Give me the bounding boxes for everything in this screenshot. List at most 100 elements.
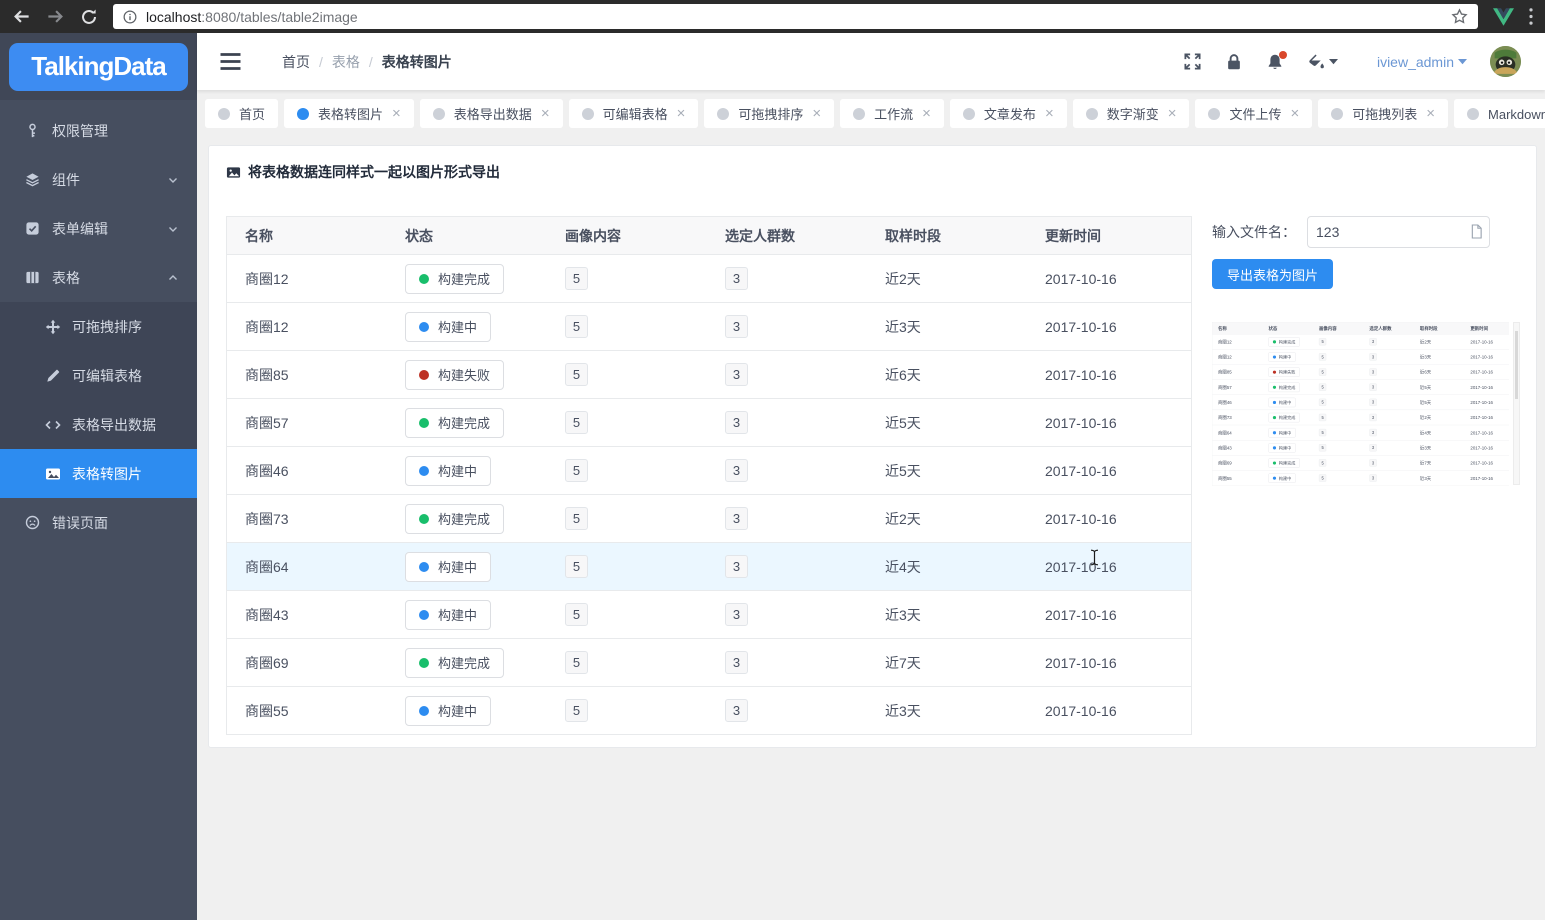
sidebar-item-3[interactable]: 表格 (0, 253, 197, 302)
cell-portrait: 5 (1313, 444, 1363, 452)
sidebar-item-6[interactable]: 表格导出数据 (0, 400, 197, 449)
tab-close-icon[interactable]: × (922, 106, 931, 121)
tab-8[interactable]: 文件上传 × (1195, 99, 1313, 128)
breadcrumb-tables[interactable]: 表格 (332, 52, 360, 72)
tab-3[interactable]: 可编辑表格 × (568, 99, 699, 128)
user-menu[interactable]: iview_admin (1377, 54, 1467, 70)
export-image-button[interactable]: 导出表格为图片 (1212, 259, 1334, 289)
count-tag: 3 (725, 699, 748, 722)
table-row: 商圈85 构建失败 5 3 近6天 2017-10-16 (1212, 364, 1510, 380)
sidebar-item-7[interactable]: 表格转图片 (0, 449, 197, 498)
tab-dot (297, 107, 310, 120)
status-dot-icon (419, 561, 429, 572)
vue-devtools-icon[interactable] (1493, 7, 1514, 26)
preview-scrollbar-thumb (1515, 331, 1519, 399)
sidebar-item-2[interactable]: 表单编辑 (0, 204, 197, 253)
breadcrumb-home[interactable]: 首页 (282, 52, 310, 72)
cell-period: 近6天 (1419, 369, 1432, 375)
tab-close-icon[interactable]: × (677, 106, 686, 121)
tab-close-icon[interactable]: × (392, 106, 401, 121)
bell-icon[interactable] (1266, 50, 1287, 71)
page-info-icon[interactable] (123, 10, 137, 24)
status-badge: 构建中 (405, 599, 492, 630)
status-dot-icon (1272, 446, 1277, 450)
status-label: 构建中 (438, 320, 478, 335)
cell-people: 3 (1364, 398, 1414, 406)
tab-list: 首页 表格转图片 × 表格导出数据 × 可编辑表格 × 可拖拽排序 × 工作流 × 文章发布 × 数字渐变… (197, 90, 1545, 133)
cell-status: 构建失败 (387, 359, 547, 390)
sidebar-item-4[interactable]: 可拖拽排序 (0, 302, 197, 351)
tab-2[interactable]: 表格导出数据 × (419, 99, 563, 128)
forward-icon[interactable] (46, 7, 65, 26)
tab-close-icon[interactable]: × (1426, 106, 1435, 121)
cell-portrait: 5 (1313, 474, 1363, 482)
tab-0[interactable]: 首页 (205, 99, 279, 128)
sidebar-item-8[interactable]: 错误页面 (0, 498, 197, 547)
tab-6[interactable]: 文章发布 × (949, 99, 1067, 128)
breadcrumb-separator: / (368, 53, 373, 70)
table-row[interactable]: 商圈46 构建中 5 3 近5天 2017-10-16 (227, 446, 1191, 494)
status-dot-icon (419, 321, 429, 332)
image-icon (44, 466, 61, 482)
back-icon[interactable] (12, 7, 31, 26)
preview-table: 名称 状态 画像内容 选定人群数 取样时段 更新时间 商圈12 构建完成 5 3 近2天 2017-1… (1212, 322, 1510, 486)
sidebar-item-1[interactable]: 组件 (0, 155, 197, 204)
tab-4[interactable]: 可拖拽排序 × (704, 99, 835, 128)
tab-9[interactable]: 可拖拽列表 × (1318, 99, 1449, 128)
count-tag: 3 (1369, 413, 1377, 422)
cell-status: 构建中 (387, 695, 547, 726)
sidebar-item-0[interactable]: 权限管理 (0, 106, 197, 155)
count-tag: 5 (1318, 428, 1327, 437)
breadcrumb-current: 表格转图片 (381, 53, 452, 70)
table-row[interactable]: 商圈55 构建中 5 3 近3天 2017-10-16 (227, 686, 1191, 734)
table-row[interactable]: 商圈43 构建中 5 3 近3天 2017-10-16 (227, 590, 1191, 638)
cell-period: 近5天 (1419, 384, 1432, 390)
theme-switcher[interactable] (1307, 52, 1338, 71)
cell-status: 构建完成 (387, 263, 547, 294)
status-badge: 构建完成 (1268, 458, 1300, 468)
bookmark-star-icon[interactable] (1451, 8, 1468, 25)
chevron-down-icon (164, 174, 181, 186)
table-row[interactable]: 商圈85 构建失败 5 3 近6天 2017-10-16 (227, 350, 1191, 398)
fullscreen-icon[interactable] (1183, 52, 1202, 71)
sidebar-item-label: 组件 (52, 171, 80, 188)
logo-container: TalkingData (0, 33, 197, 100)
cell-name: 商圈43 (245, 606, 289, 623)
tab-7[interactable]: 数字渐变 × (1072, 99, 1190, 128)
tab-close-icon[interactable]: × (812, 106, 821, 121)
table-row[interactable]: 商圈57 构建完成 5 3 近5天 2017-10-16 (227, 398, 1191, 446)
browser-menu-icon[interactable] (1529, 8, 1533, 25)
count-tag: 3 (725, 555, 748, 578)
cell-status: 构建完成 (387, 647, 547, 678)
avatar[interactable] (1490, 46, 1521, 77)
filename-input[interactable] (1307, 216, 1490, 248)
sidebar-menu: 权限管理组件表单编辑 表格 可拖拽排序 可编辑表格 表格导出数据 表格转图片 错误页面 (0, 100, 197, 920)
tab-1[interactable]: 表格转图片 × (284, 99, 414, 128)
refresh-icon[interactable] (80, 8, 98, 26)
table-row[interactable]: 商圈12 构建中 5 3 近3天 2017-10-16 (227, 302, 1191, 350)
count-tag: 3 (1369, 338, 1377, 346)
cell-name: 商圈43 (1217, 445, 1232, 451)
status-badge: 构建完成 (1268, 336, 1300, 347)
sidebar-item-5[interactable]: 可编辑表格 (0, 351, 197, 400)
cell-update: 2017-10-16 (1045, 654, 1117, 671)
tab-close-icon[interactable]: × (1168, 106, 1177, 121)
count-tag: 3 (1369, 383, 1377, 391)
tab-5[interactable]: 工作流 × (840, 99, 944, 128)
hamburger-icon[interactable] (219, 52, 242, 71)
table-row[interactable]: 商圈73 构建完成 5 3 近2天 2017-10-16 (227, 494, 1191, 542)
tab-close-icon[interactable]: × (1291, 106, 1300, 121)
app-logo[interactable]: TalkingData (9, 42, 188, 91)
tab-dot (962, 107, 975, 120)
url-bar[interactable]: localhost:8080/tables/table2image (113, 4, 1478, 29)
status-dot-icon (1272, 370, 1277, 374)
tab-close-icon[interactable]: × (541, 106, 550, 121)
lock-icon[interactable] (1225, 53, 1243, 71)
cell-name: 商圈64 (245, 558, 289, 575)
tab-close-icon[interactable]: × (1045, 106, 1054, 121)
table-row[interactable]: 商圈69 构建完成 5 3 近7天 2017-10-16 (227, 638, 1191, 686)
tab-10[interactable]: Markdown编辑器× (1454, 99, 1545, 128)
table-row[interactable]: 商圈12 构建完成 5 3 近2天 2017-10-16 (227, 254, 1191, 302)
table-row[interactable]: 商圈64 构建中 5 3 近4天 2017-10-16 (227, 542, 1191, 590)
tab-dot (1085, 107, 1098, 120)
